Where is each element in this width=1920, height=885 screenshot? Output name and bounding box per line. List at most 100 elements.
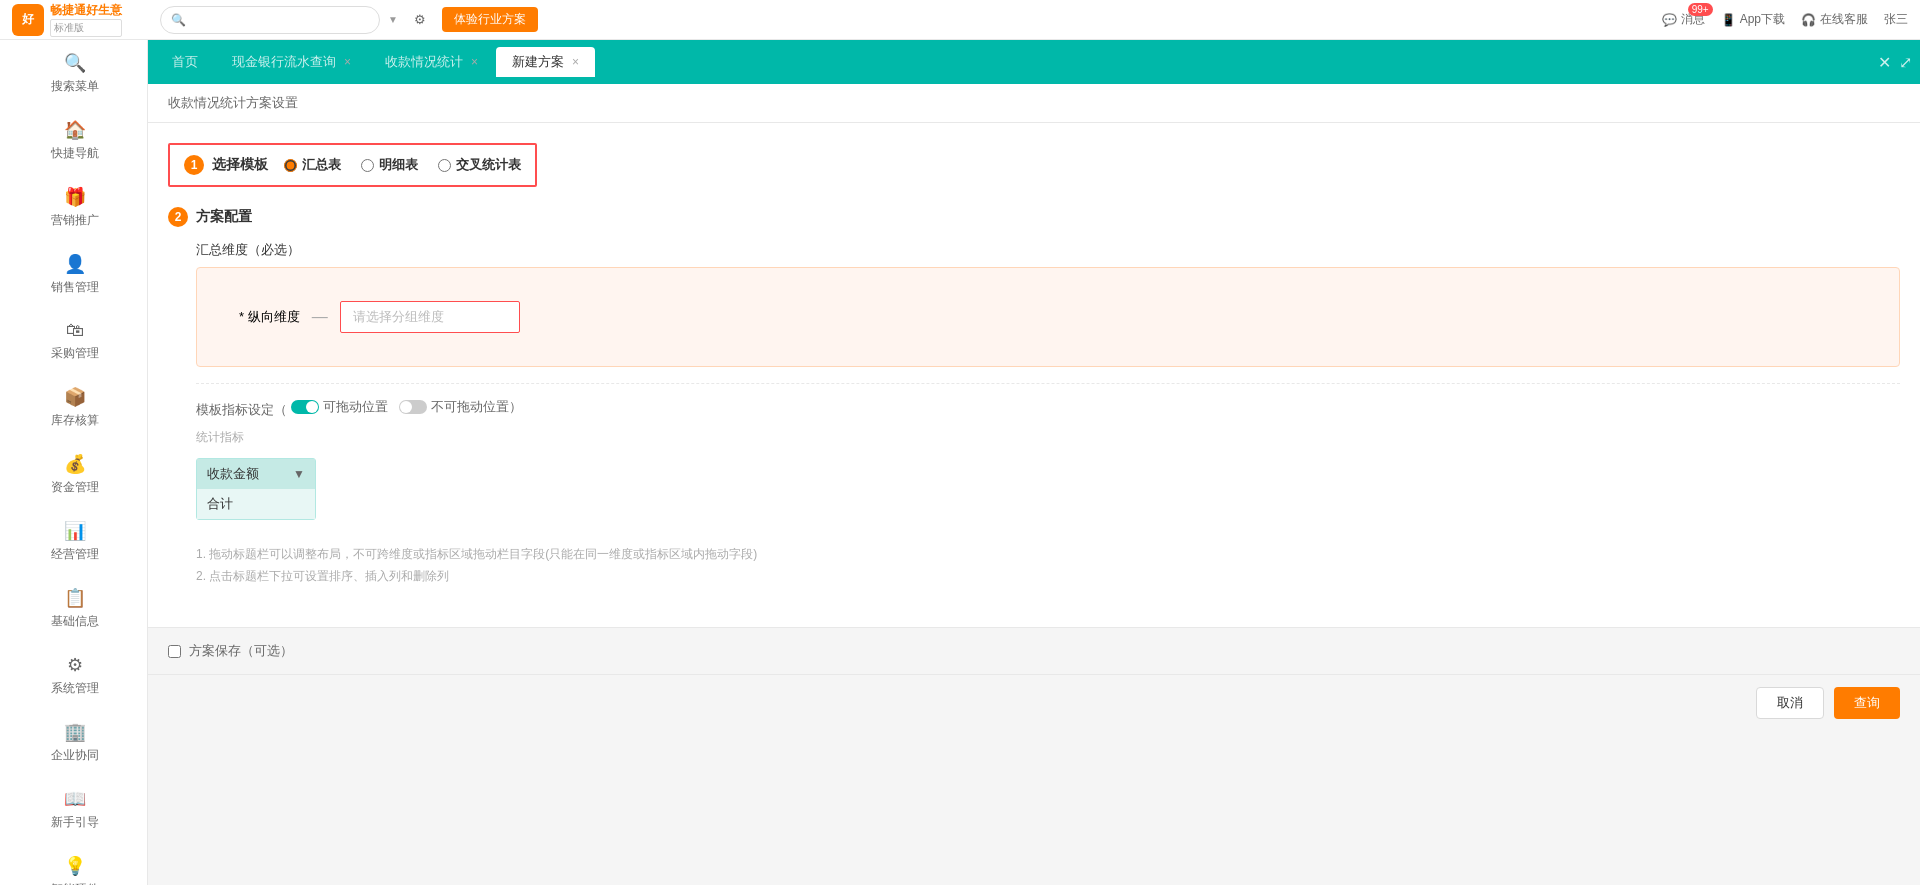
tab-bank-flow-close[interactable]: × — [344, 55, 351, 69]
tab-bank-flow[interactable]: 现金银行流水查询 × — [216, 47, 367, 77]
search-icon: 🔍 — [171, 13, 186, 27]
tab-new-plan[interactable]: 新建方案 × — [496, 47, 595, 77]
radio-cross[interactable]: 交叉统计表 — [438, 156, 521, 174]
sidebar-item-finance[interactable]: 💰 资金管理 — [0, 441, 147, 508]
sidebar-item-enterprise[interactable]: 🏢 企业协同 — [0, 709, 147, 776]
sidebar-item-label: 快捷导航 — [51, 145, 99, 162]
radio-detail-input[interactable] — [361, 159, 374, 172]
radio-detail-label: 明细表 — [379, 156, 418, 174]
indicator-dropdown-icon[interactable]: ▼ — [293, 467, 305, 481]
indicator-box: 收款金额 ▼ 合计 — [196, 458, 316, 520]
message-button[interactable]: 💬 消息 99+ — [1662, 11, 1705, 28]
tab-expand-icon[interactable]: ⤢ — [1899, 53, 1912, 72]
sidebar-item-operations[interactable]: 📊 经营管理 — [0, 508, 147, 575]
tab-payment-stats-close[interactable]: × — [471, 55, 478, 69]
user-info[interactable]: 张三 — [1884, 11, 1908, 28]
sidebar-item-quick-nav[interactable]: 🏠 快捷导航 — [0, 107, 147, 174]
search-input[interactable] — [190, 13, 369, 27]
save-checkbox[interactable] — [168, 645, 181, 658]
sidebar-item-label: 智能硬件 — [51, 881, 99, 885]
quick-nav-icon: 🏠 — [64, 119, 86, 141]
dimension-select[interactable]: 请选择分组维度 — [340, 301, 520, 333]
hardware-icon: 💡 — [64, 855, 86, 877]
sidebar-item-system[interactable]: ⚙ 系统管理 — [0, 642, 147, 709]
section1-title: 1 选择模板 汇总表 明细表 — [168, 143, 1900, 187]
tab-home[interactable]: 首页 — [156, 47, 214, 77]
draggable-toggle[interactable] — [291, 400, 319, 414]
indicator-title: 收款金额 — [207, 465, 259, 483]
indicators-section: 模板指标设定（ 可拖动位置 — [196, 383, 1900, 520]
search-bar[interactable]: 🔍 — [160, 6, 380, 34]
dimension-area: * 纵向维度 — 请选择分组维度 — [196, 267, 1900, 367]
radio-cross-input[interactable] — [438, 159, 451, 172]
tab-new-plan-close[interactable]: × — [572, 55, 579, 69]
settings-icon[interactable]: ⚙ — [406, 6, 434, 34]
system-icon: ⚙ — [67, 654, 83, 676]
service-icon: 🎧 — [1801, 13, 1816, 27]
sidebar-item-label: 营销推广 — [51, 212, 99, 229]
logo-icon: 好 — [12, 4, 44, 36]
save-section: 方案保存（可选） — [148, 627, 1920, 674]
message-icon: 💬 — [1662, 13, 1677, 27]
sidebar-item-label: 库存核算 — [51, 412, 99, 429]
radio-cross-label: 交叉统计表 — [456, 156, 521, 174]
app-icon: 📱 — [1721, 13, 1736, 27]
tip-item-1: 1. 拖动标题栏可以调整布局，不可跨维度或指标区域拖动栏目字段(只能在同一维度或… — [196, 544, 1900, 566]
radio-summary[interactable]: 汇总表 — [284, 156, 341, 174]
query-button[interactable]: 查询 — [1834, 687, 1900, 719]
form-area: 1 选择模板 汇总表 明细表 — [148, 123, 1920, 627]
message-badge: 99+ — [1688, 3, 1713, 16]
template-box: 1 选择模板 汇总表 明细表 — [168, 143, 537, 187]
footer: 取消 查询 — [148, 674, 1920, 731]
sidebar-item-sales[interactable]: 👤 销售管理 — [0, 241, 147, 308]
dim-arrow-icon: — — [312, 308, 328, 326]
tab-close-all-icon[interactable]: ✕ — [1878, 53, 1891, 72]
dimension-config-label: 汇总维度（必选） — [196, 241, 1900, 259]
tab-payment-stats[interactable]: 收款情况统计 × — [369, 47, 494, 77]
sidebar-item-inventory[interactable]: 📦 库存核算 — [0, 374, 147, 441]
sidebar: 🔍 搜索菜单 🏠 快捷导航 🎁 营销推广 👤 销售管理 🛍 采购管理 📦 库存核… — [0, 40, 148, 885]
section1-num: 1 — [184, 155, 204, 175]
cancel-button[interactable]: 取消 — [1756, 687, 1824, 719]
sidebar-item-purchase[interactable]: 🛍 采购管理 — [0, 308, 147, 374]
tip-item-2: 2. 点击标题栏下拉可设置排序、插入列和删除列 — [196, 566, 1900, 588]
radio-detail[interactable]: 明细表 — [361, 156, 418, 174]
logo-text: 畅捷通好生意 — [50, 2, 122, 19]
section-template: 1 选择模板 汇总表 明细表 — [168, 143, 1900, 187]
sales-icon: 👤 — [64, 253, 86, 275]
section-config: 2 方案配置 汇总维度（必选） * 纵向维度 — 请选 — [168, 207, 1900, 587]
online-service-button[interactable]: 🎧 在线客服 — [1801, 11, 1868, 28]
sidebar-item-label: 系统管理 — [51, 680, 99, 697]
sidebar-item-hardware[interactable]: 💡 智能硬件 — [0, 843, 147, 885]
sidebar-item-label: 新手引导 — [51, 814, 99, 831]
industry-button[interactable]: 体验行业方案 — [442, 7, 538, 32]
sidebar-item-guide[interactable]: 📖 新手引导 — [0, 776, 147, 843]
logo-badge: 标准版 — [50, 19, 122, 37]
stats-area: 统计指标 收款金额 ▼ 合计 — [196, 429, 1900, 520]
logo-area: 好 畅捷通好生意 标准版 — [12, 2, 152, 37]
app-download-button[interactable]: 📱 App下载 — [1721, 11, 1785, 28]
non-draggable-toggle[interactable] — [399, 400, 427, 414]
sidebar-item-label: 经营管理 — [51, 546, 99, 563]
top-right-area: 💬 消息 99+ 📱 App下载 🎧 在线客服 张三 — [1662, 11, 1908, 28]
page-header: 收款情况统计方案设置 — [148, 84, 1920, 123]
vertical-dim-label: * 纵向维度 — [239, 308, 300, 326]
section2-num: 2 — [168, 207, 188, 227]
sidebar-item-label: 企业协同 — [51, 747, 99, 764]
section1-label: 选择模板 — [212, 156, 268, 174]
radio-summary-input[interactable] — [284, 159, 297, 172]
sidebar-item-basic-info[interactable]: 📋 基础信息 — [0, 575, 147, 642]
search-dropdown-arrow[interactable]: ▼ — [388, 14, 398, 25]
marketing-icon: 🎁 — [64, 186, 86, 208]
indicator-body: 合计 — [197, 489, 315, 519]
basic-info-icon: 📋 — [64, 587, 86, 609]
purchase-icon: 🛍 — [66, 320, 84, 341]
indicator-header: 收款金额 ▼ — [197, 459, 315, 489]
sidebar-item-search-menu[interactable]: 🔍 搜索菜单 — [0, 40, 147, 107]
radio-group-template: 汇总表 明细表 交叉统计表 — [284, 156, 521, 174]
enterprise-icon: 🏢 — [64, 721, 86, 743]
save-label: 方案保存（可选） — [189, 642, 293, 660]
sidebar-item-marketing[interactable]: 🎁 营销推广 — [0, 174, 147, 241]
sidebar-item-label: 销售管理 — [51, 279, 99, 296]
tab-home-label: 首页 — [172, 53, 198, 71]
